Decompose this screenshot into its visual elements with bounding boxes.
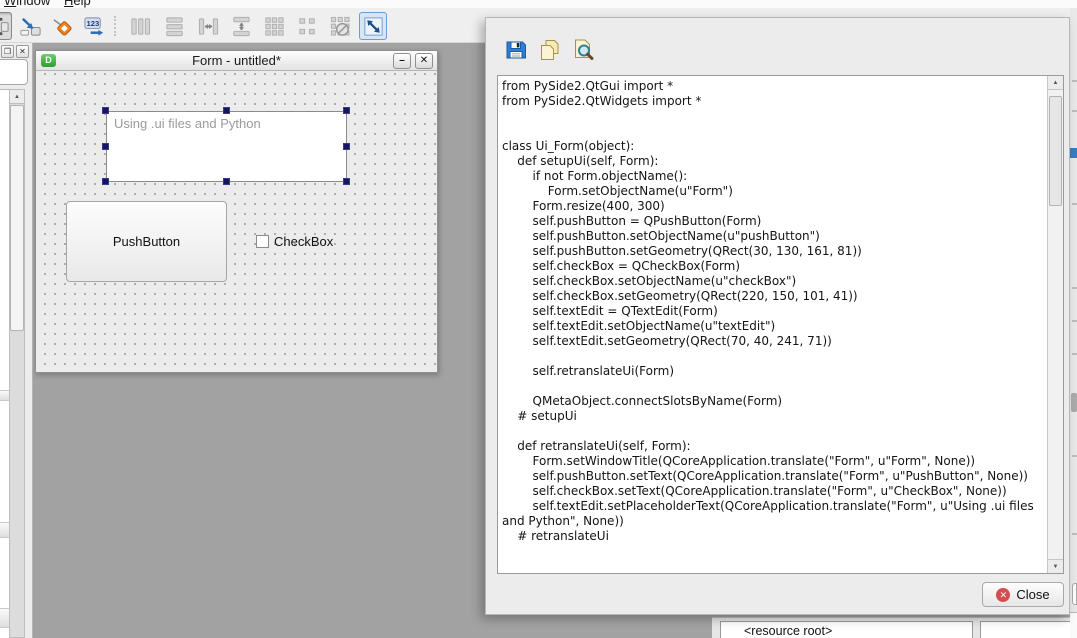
break-layout-button[interactable] (326, 12, 354, 40)
scroll-down-icon[interactable]: ▼ (1048, 559, 1063, 573)
selection-handle[interactable] (102, 143, 109, 150)
minimize-icon: – (399, 55, 405, 66)
edit-tab-order-button[interactable]: 123 (80, 12, 108, 40)
dock-close-button[interactable]: ✕ (16, 45, 29, 58)
widget-box-list[interactable] (0, 89, 9, 638)
close-window-button[interactable]: ✕ (415, 53, 433, 69)
code-view[interactable]: from PySide2.QtGui import * from PySide2… (497, 75, 1064, 574)
resource-browser-panel: <resource root> (712, 617, 1077, 638)
resource-tree[interactable]: <resource root> (720, 621, 973, 638)
widget-box-scrollbar-thumb[interactable] (10, 105, 24, 331)
dock-float-button[interactable]: ❐ (1, 45, 14, 58)
adjust-size-icon (362, 15, 385, 38)
menu-help[interactable]: Help (64, 0, 91, 8)
minimize-button[interactable]: – (393, 53, 411, 69)
selection-handle[interactable] (223, 107, 230, 114)
code-scrollbar-thumb[interactable] (1049, 96, 1062, 206)
layout-vertically-button[interactable] (160, 12, 188, 40)
widget-filter-input[interactable] (0, 59, 28, 85)
close-button[interactable]: ✕ Close (982, 582, 1064, 607)
edit-buddies-button[interactable] (48, 12, 76, 40)
resource-root-item[interactable]: <resource root> (721, 622, 972, 638)
layout-vertically-icon (163, 15, 186, 38)
checkbox-widget[interactable]: CheckBox (256, 221, 357, 262)
find-icon (571, 38, 595, 62)
pushbutton-label: PushButton (113, 234, 180, 249)
close-dialog-icon: ✕ (996, 588, 1010, 602)
close-button-label: Close (1016, 587, 1049, 602)
checkbox-label: CheckBox (274, 234, 333, 249)
layout-horizontal-splitter-button[interactable] (194, 12, 222, 40)
copy-button[interactable] (537, 37, 563, 63)
widget-box-scrollbar[interactable]: ▲ (9, 89, 25, 638)
copy-icon (538, 38, 562, 62)
layout-grid-icon (263, 15, 286, 38)
svg-text:123: 123 (86, 19, 99, 28)
layout-horizontally-button[interactable] (126, 12, 154, 40)
code-scrollbar[interactable]: ▲ ▼ (1047, 76, 1063, 573)
selection-handle[interactable] (102, 107, 109, 114)
pushbutton-widget[interactable]: PushButton (66, 201, 227, 282)
form-window-title: Form - untitled* (36, 53, 437, 68)
qt-designer-screen: Window Help (0, 0, 1077, 638)
selected-row-sliver (1070, 148, 1077, 158)
layout-vertical-splitter-button[interactable] (227, 12, 255, 40)
edit-signals-slots-button[interactable] (16, 12, 44, 40)
dock-close-icon: ✕ (19, 47, 26, 56)
widget-box-panel: ❐ ✕ ▲ (0, 43, 33, 638)
edit-buddies-icon (51, 15, 74, 38)
edit-widgets-icon (0, 15, 10, 38)
selection-handle[interactable] (102, 178, 109, 185)
find-button[interactable] (570, 37, 596, 63)
layout-form-button[interactable] (293, 12, 321, 40)
layout-horizontal-splitter-icon (197, 15, 220, 38)
scrollbar-thumb-sliver[interactable] (1071, 393, 1077, 412)
code-dialog-toolbar (486, 18, 1069, 70)
widget-category-item[interactable] (0, 522, 9, 538)
save-button[interactable] (503, 37, 529, 63)
layout-grid-button[interactable] (260, 12, 288, 40)
textedit-widget[interactable]: Using .ui files and Python (106, 111, 347, 182)
python-code-text[interactable]: from PySide2.QtGui import * from PySide2… (498, 76, 1047, 573)
save-icon (504, 38, 528, 62)
selection-handle[interactable] (343, 178, 350, 185)
selection-handle[interactable] (343, 143, 350, 150)
toolbar-separator (114, 16, 116, 36)
selection-handle[interactable] (343, 107, 350, 114)
resource-detail-pane[interactable] (980, 621, 1077, 638)
scroll-up-icon[interactable]: ▲ (1048, 76, 1063, 90)
dock-float-icon: ❐ (4, 47, 11, 56)
layout-vertical-splitter-icon (230, 15, 253, 38)
menubar: Window Help (0, 0, 1077, 8)
layout-horizontally-icon (129, 15, 152, 38)
edit-signals-slots-icon (19, 15, 42, 38)
form-window-titlebar[interactable]: D Form - untitled* – ✕ (36, 51, 437, 71)
menu-window[interactable]: Window (4, 0, 50, 8)
adjust-size-button[interactable] (359, 12, 387, 40)
selection-handle[interactable] (223, 178, 230, 185)
break-layout-icon (329, 15, 352, 38)
code-preview-dialog: from PySide2.QtGui import * from PySide2… (485, 17, 1070, 615)
close-icon: ✕ (420, 55, 428, 66)
edit-tab-order-icon: 123 (83, 15, 106, 38)
layout-form-icon (296, 15, 319, 38)
edit-widgets-button[interactable] (0, 12, 12, 40)
form-canvas[interactable]: Using .ui files and Python PushButton Ch… (36, 71, 437, 372)
scroll-up-icon[interactable]: ▲ (10, 90, 24, 104)
checkbox-indicator[interactable] (256, 235, 269, 248)
textedit-placeholder: Using .ui files and Python (107, 112, 346, 135)
widget-category-item[interactable] (0, 608, 9, 628)
form-editor-window: D Form - untitled* – ✕ Using .ui files a… (35, 50, 438, 373)
partial-button-sliver (1072, 583, 1077, 605)
right-panel-sliver (1070, 8, 1077, 638)
widget-category-item[interactable] (0, 390, 9, 401)
